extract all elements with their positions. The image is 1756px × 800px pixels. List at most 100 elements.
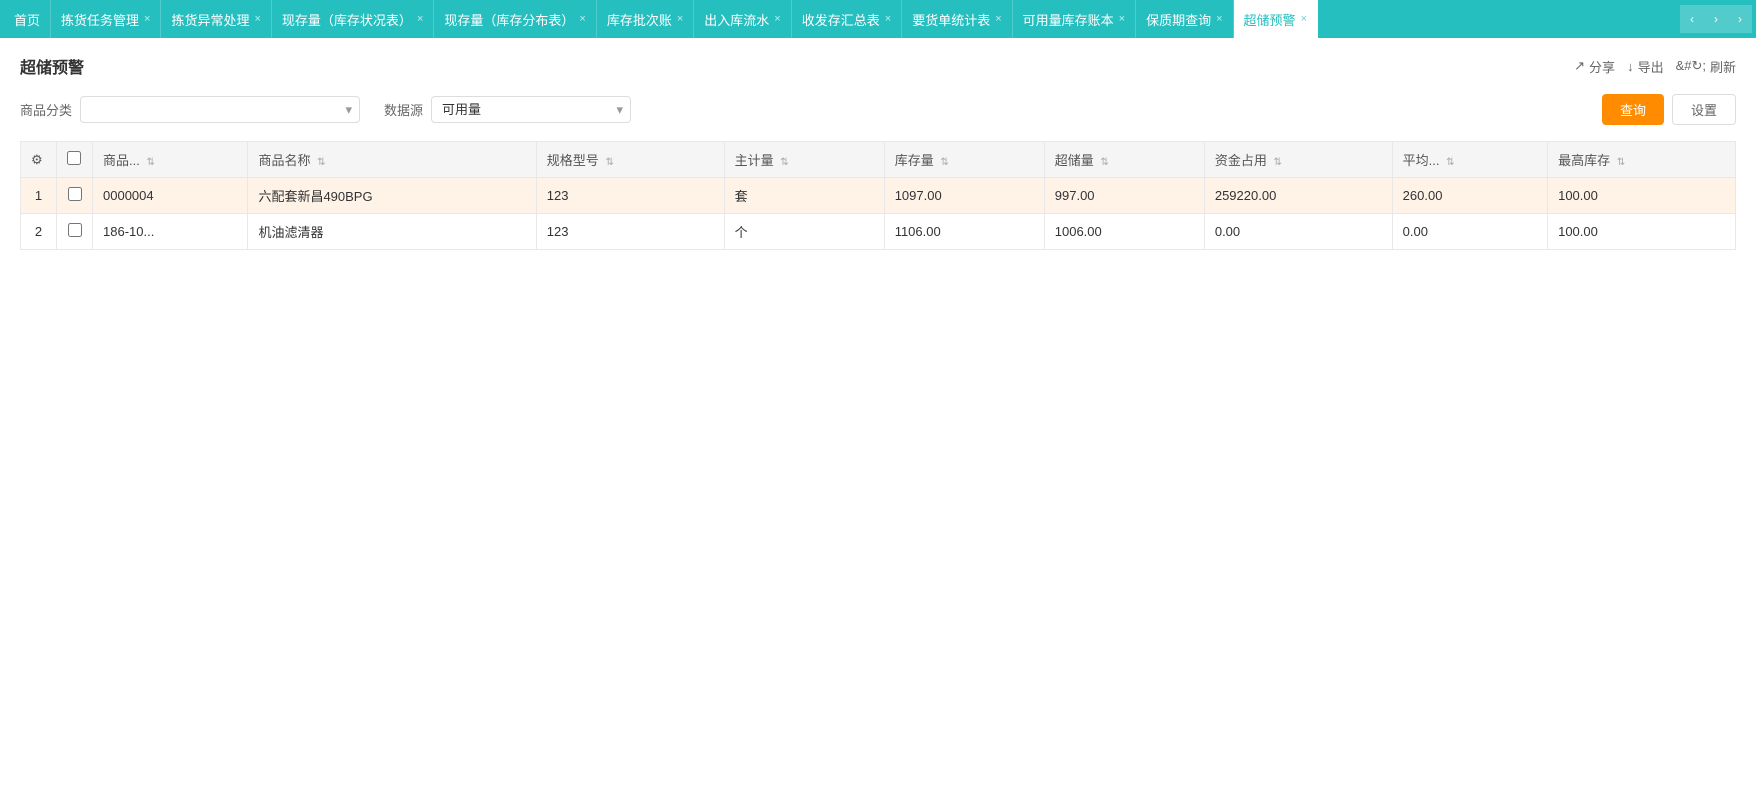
nav-tab-exception[interactable]: 拣货异常处理 × bbox=[161, 0, 271, 38]
row-checkbox-cell[interactable] bbox=[57, 178, 93, 214]
column-stock[interactable]: 库存量 ⇅ bbox=[884, 142, 1044, 178]
settings-button[interactable]: 设置 bbox=[1672, 94, 1736, 125]
select-all-checkbox[interactable] bbox=[67, 151, 81, 165]
nav-tab-home[interactable]: 首页 bbox=[4, 0, 51, 38]
column-overflow-label: 超储量 bbox=[1055, 153, 1094, 168]
export-icon: ↓ bbox=[1627, 59, 1634, 74]
column-capital[interactable]: 资金占用 ⇅ bbox=[1204, 142, 1392, 178]
row-product-name: 机油滤清器 bbox=[248, 214, 536, 250]
close-tab-task[interactable]: × bbox=[144, 13, 150, 25]
close-tab-available[interactable]: × bbox=[1119, 13, 1125, 25]
row-product-name: 六配套新昌490BPG bbox=[248, 178, 536, 214]
column-unit-label: 主计量 bbox=[735, 153, 774, 168]
close-tab-overflow[interactable]: × bbox=[1301, 13, 1307, 25]
gear-icon: ⚙ bbox=[31, 152, 43, 167]
nav-tab-summary[interactable]: 收发存汇总表 × bbox=[792, 0, 902, 38]
share-button[interactable]: ↗ 分享 bbox=[1574, 57, 1615, 76]
close-tab-expiry[interactable]: × bbox=[1216, 13, 1222, 25]
sort-overflow-icon: ⇅ bbox=[1100, 157, 1108, 168]
column-spec-label: 规格型号 bbox=[547, 153, 599, 168]
close-tab-order-stats[interactable]: × bbox=[995, 13, 1001, 25]
row-overflow: 997.00 bbox=[1044, 178, 1204, 214]
column-capital-label: 资金占用 bbox=[1215, 153, 1267, 168]
sort-capital-icon: ⇅ bbox=[1273, 157, 1281, 168]
column-product-code[interactable]: 商品... ⇅ bbox=[93, 142, 248, 178]
nav-tab-stock-dist[interactable]: 现存量（库存分布表） × bbox=[434, 0, 596, 38]
category-select[interactable] bbox=[80, 96, 360, 123]
category-filter: 商品分类 bbox=[20, 96, 360, 123]
column-max-stock-label: 最高库存 bbox=[1558, 153, 1610, 168]
page-header: 超储预警 ↗ 分享 ↓ 导出 &#↻; 刷新 bbox=[20, 54, 1736, 78]
sort-stock-icon: ⇅ bbox=[940, 157, 948, 168]
nav-tab-stock-status[interactable]: 现存量（库存状况表） × bbox=[272, 0, 434, 38]
row-avg: 0.00 bbox=[1392, 214, 1547, 250]
row-stock: 1106.00 bbox=[884, 214, 1044, 250]
sort-unit-icon: ⇅ bbox=[780, 157, 788, 168]
nav-tab-overflow[interactable]: 超储预警 × bbox=[1234, 0, 1318, 38]
nav-tab-expiry[interactable]: 保质期查询 × bbox=[1136, 0, 1233, 38]
export-button[interactable]: ↓ 导出 bbox=[1627, 57, 1664, 76]
table-row: 1 0000004 六配套新昌490BPG 123 套 1097.00 997.… bbox=[21, 178, 1736, 214]
nav-tab-flow[interactable]: 出入库流水 × bbox=[694, 0, 791, 38]
nav-tab-available[interactable]: 可用量库存账本 × bbox=[1013, 0, 1136, 38]
data-table: ⚙ 商品... ⇅ 商品名称 ⇅ 规格型号 ⇅ 主计量 bbox=[20, 141, 1736, 250]
filter-buttons: 查询 设置 bbox=[1602, 94, 1736, 125]
top-nav: 首页 拣货任务管理 × 拣货异常处理 × 现存量（库存状况表） × 现存量（库存… bbox=[0, 0, 1756, 38]
page-title: 超储预警 bbox=[20, 54, 84, 78]
close-tab-batch[interactable]: × bbox=[677, 13, 683, 25]
close-tab-stock-dist[interactable]: × bbox=[579, 13, 585, 25]
column-product-code-label: 商品... bbox=[103, 153, 140, 168]
close-tab-flow[interactable]: × bbox=[774, 13, 780, 25]
nav-tab-batch[interactable]: 库存批次账 × bbox=[597, 0, 694, 38]
column-unit[interactable]: 主计量 ⇅ bbox=[724, 142, 884, 178]
row-max-stock: 100.00 bbox=[1548, 178, 1736, 214]
category-select-wrapper bbox=[80, 96, 360, 123]
nav-tab-order-stats[interactable]: 要货单统计表 × bbox=[902, 0, 1012, 38]
column-settings[interactable]: ⚙ bbox=[21, 142, 57, 178]
row-product-code: 0000004 bbox=[93, 178, 248, 214]
column-spec[interactable]: 规格型号 ⇅ bbox=[536, 142, 724, 178]
datasource-select-wrapper: 可用量 bbox=[431, 96, 631, 123]
nav-tab-task[interactable]: 拣货任务管理 × bbox=[51, 0, 161, 38]
datasource-select[interactable]: 可用量 bbox=[431, 96, 631, 123]
column-avg[interactable]: 平均... ⇅ bbox=[1392, 142, 1547, 178]
page-container: 超储预警 ↗ 分享 ↓ 导出 &#↻; 刷新 商品分类 bbox=[0, 38, 1756, 800]
close-tab-stock-status[interactable]: × bbox=[417, 13, 423, 25]
row-overflow: 1006.00 bbox=[1044, 214, 1204, 250]
column-checkbox[interactable] bbox=[57, 142, 93, 178]
column-max-stock[interactable]: 最高库存 ⇅ bbox=[1548, 142, 1736, 178]
row-capital: 259220.00 bbox=[1204, 178, 1392, 214]
row-stock: 1097.00 bbox=[884, 178, 1044, 214]
nav-more-button[interactable]: › bbox=[1728, 5, 1752, 33]
close-tab-exception[interactable]: × bbox=[254, 13, 260, 25]
datasource-label: 数据源 bbox=[384, 100, 423, 119]
row-number: 1 bbox=[21, 178, 57, 214]
column-overflow[interactable]: 超储量 ⇅ bbox=[1044, 142, 1204, 178]
close-tab-summary[interactable]: × bbox=[885, 13, 891, 25]
row-max-stock: 100.00 bbox=[1548, 214, 1736, 250]
row-capital: 0.00 bbox=[1204, 214, 1392, 250]
row-checkbox-cell[interactable] bbox=[57, 214, 93, 250]
refresh-button[interactable]: &#↻; 刷新 bbox=[1676, 57, 1736, 76]
filter-bar: 商品分类 数据源 可用量 查询 设置 bbox=[20, 94, 1736, 125]
sort-product-name-icon: ⇅ bbox=[317, 157, 325, 168]
nav-prev-button[interactable]: ‹ bbox=[1680, 5, 1704, 33]
datasource-filter: 数据源 可用量 bbox=[384, 96, 631, 123]
column-product-name[interactable]: 商品名称 ⇅ bbox=[248, 142, 536, 178]
column-stock-label: 库存量 bbox=[895, 153, 934, 168]
row-checkbox[interactable] bbox=[68, 187, 82, 201]
row-checkbox[interactable] bbox=[68, 223, 82, 237]
nav-next-button[interactable]: › bbox=[1704, 5, 1728, 33]
row-product-code: 186-10... bbox=[93, 214, 248, 250]
share-icon: ↗ bbox=[1574, 58, 1585, 74]
table-header: ⚙ 商品... ⇅ 商品名称 ⇅ 规格型号 ⇅ 主计量 bbox=[21, 142, 1736, 178]
row-unit: 套 bbox=[724, 178, 884, 214]
refresh-icon: &#↻; bbox=[1676, 58, 1706, 74]
category-label: 商品分类 bbox=[20, 100, 72, 119]
query-button[interactable]: 查询 bbox=[1602, 94, 1664, 125]
sort-product-code-icon: ⇅ bbox=[146, 157, 154, 168]
row-spec: 123 bbox=[536, 178, 724, 214]
sort-max-stock-icon: ⇅ bbox=[1617, 157, 1625, 168]
sort-avg-icon: ⇅ bbox=[1446, 157, 1454, 168]
row-spec: 123 bbox=[536, 214, 724, 250]
